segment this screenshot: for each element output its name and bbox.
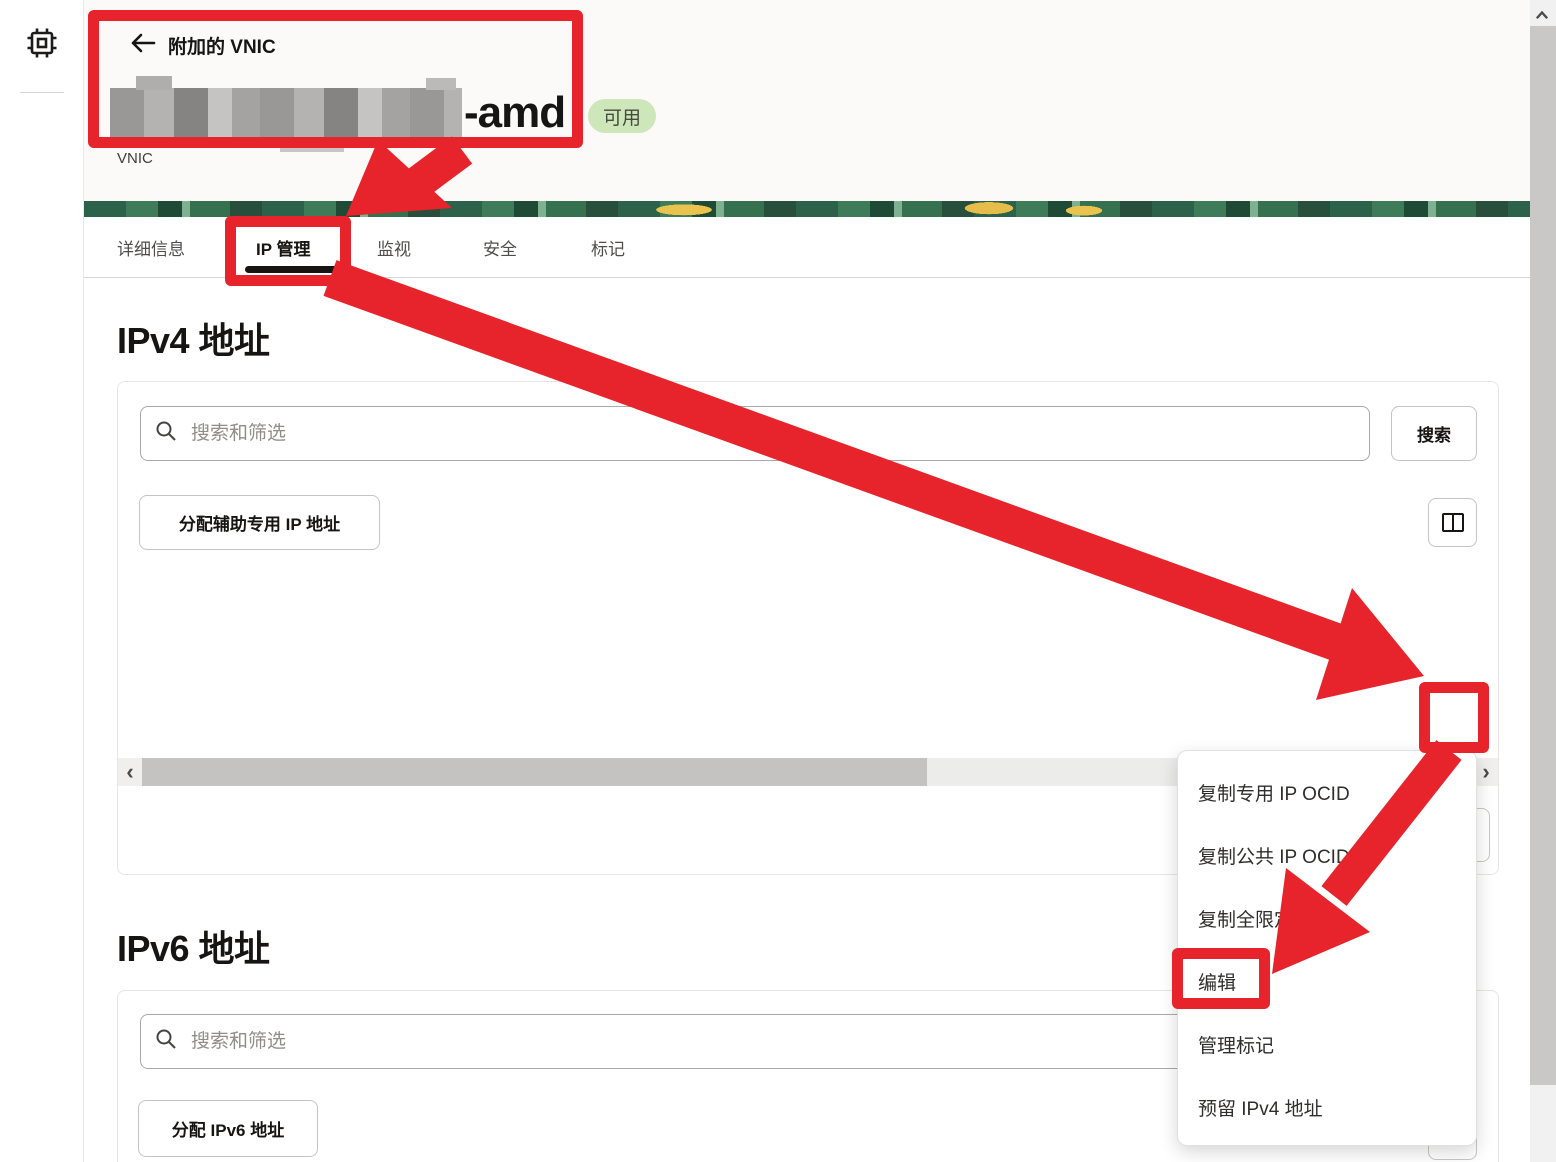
hscroll-thumb[interactable] [142, 758, 927, 786]
redacted-block [136, 76, 172, 90]
sidebar-divider [20, 92, 64, 93]
active-tab-underline [245, 266, 340, 273]
decorative-banner [84, 201, 1530, 217]
menu-item-copy-public-ip-ocid[interactable]: 复制公共 IP OCID [1178, 824, 1476, 887]
back-arrow-icon[interactable] [130, 32, 156, 59]
ipv6-section-heading: IPv6 地址 [117, 928, 270, 969]
hscroll-right-icon[interactable]: › [1474, 758, 1498, 786]
vnic-ip-management-page: 附加的 VNIC -amd 可用 VNIC 详细信息 IP 管理 监视 安全 标… [0, 0, 1556, 1162]
back-link-label[interactable]: 附加的 VNIC [168, 32, 276, 59]
search-icon [155, 1028, 177, 1055]
hscroll-left-icon[interactable]: ‹ [118, 758, 142, 786]
redacted-resource-name [110, 88, 462, 140]
tab-details[interactable]: 详细信息 [117, 217, 185, 277]
status-badge: 可用 [588, 99, 657, 133]
left-sidebar [0, 0, 84, 1162]
page-header: 附加的 VNIC -amd 可用 VNIC [84, 0, 1530, 201]
scrollbar-thumb[interactable] [1530, 26, 1556, 1085]
menu-item-manage-tags[interactable]: 管理标记 [1178, 1013, 1476, 1076]
redacted-block [426, 78, 456, 90]
scroll-up-icon[interactable] [1536, 8, 1548, 20]
redacted-block [280, 140, 344, 152]
ipv4-search-input[interactable] [189, 421, 1355, 446]
assign-ipv6-button[interactable]: 分配 IPv6 地址 [138, 1100, 318, 1157]
breadcrumb[interactable]: 附加的 VNIC [130, 32, 276, 59]
menu-item-reserve-ipv4[interactable]: 预留 IPv4 地址 [1178, 1076, 1476, 1139]
compute-instance-icon[interactable] [25, 26, 59, 65]
tab-monitoring[interactable]: 监视 [377, 217, 411, 277]
menu-item-copy-fqdn[interactable]: 复制全限定域名 [1178, 887, 1476, 950]
browser-scrollbar[interactable] [1530, 0, 1556, 1162]
menu-item-copy-private-ip-ocid[interactable]: 复制专用 IP OCID [1178, 761, 1476, 824]
ipv4-search-button[interactable]: 搜索 [1391, 406, 1477, 461]
row-actions-context-menu: 复制专用 IP OCID 复制公共 IP OCID 复制全限定域名 编辑 管理标… [1177, 750, 1477, 1146]
assign-secondary-private-ip-button[interactable]: 分配辅助专用 IP 地址 [139, 495, 380, 550]
resource-type-label: VNIC [117, 150, 153, 167]
page-title-suffix: -amd [464, 88, 566, 137]
tab-tags[interactable]: 标记 [591, 217, 625, 277]
tab-security[interactable]: 安全 [483, 217, 517, 277]
manage-columns-button[interactable] [1428, 498, 1477, 547]
menu-item-edit[interactable]: 编辑 [1178, 950, 1476, 1013]
ipv4-section-heading: IPv4 地址 [117, 320, 270, 361]
ipv4-search-box [140, 406, 1370, 461]
search-icon [155, 420, 177, 447]
tab-bar: 详细信息 IP 管理 监视 安全 标记 [84, 217, 1530, 278]
